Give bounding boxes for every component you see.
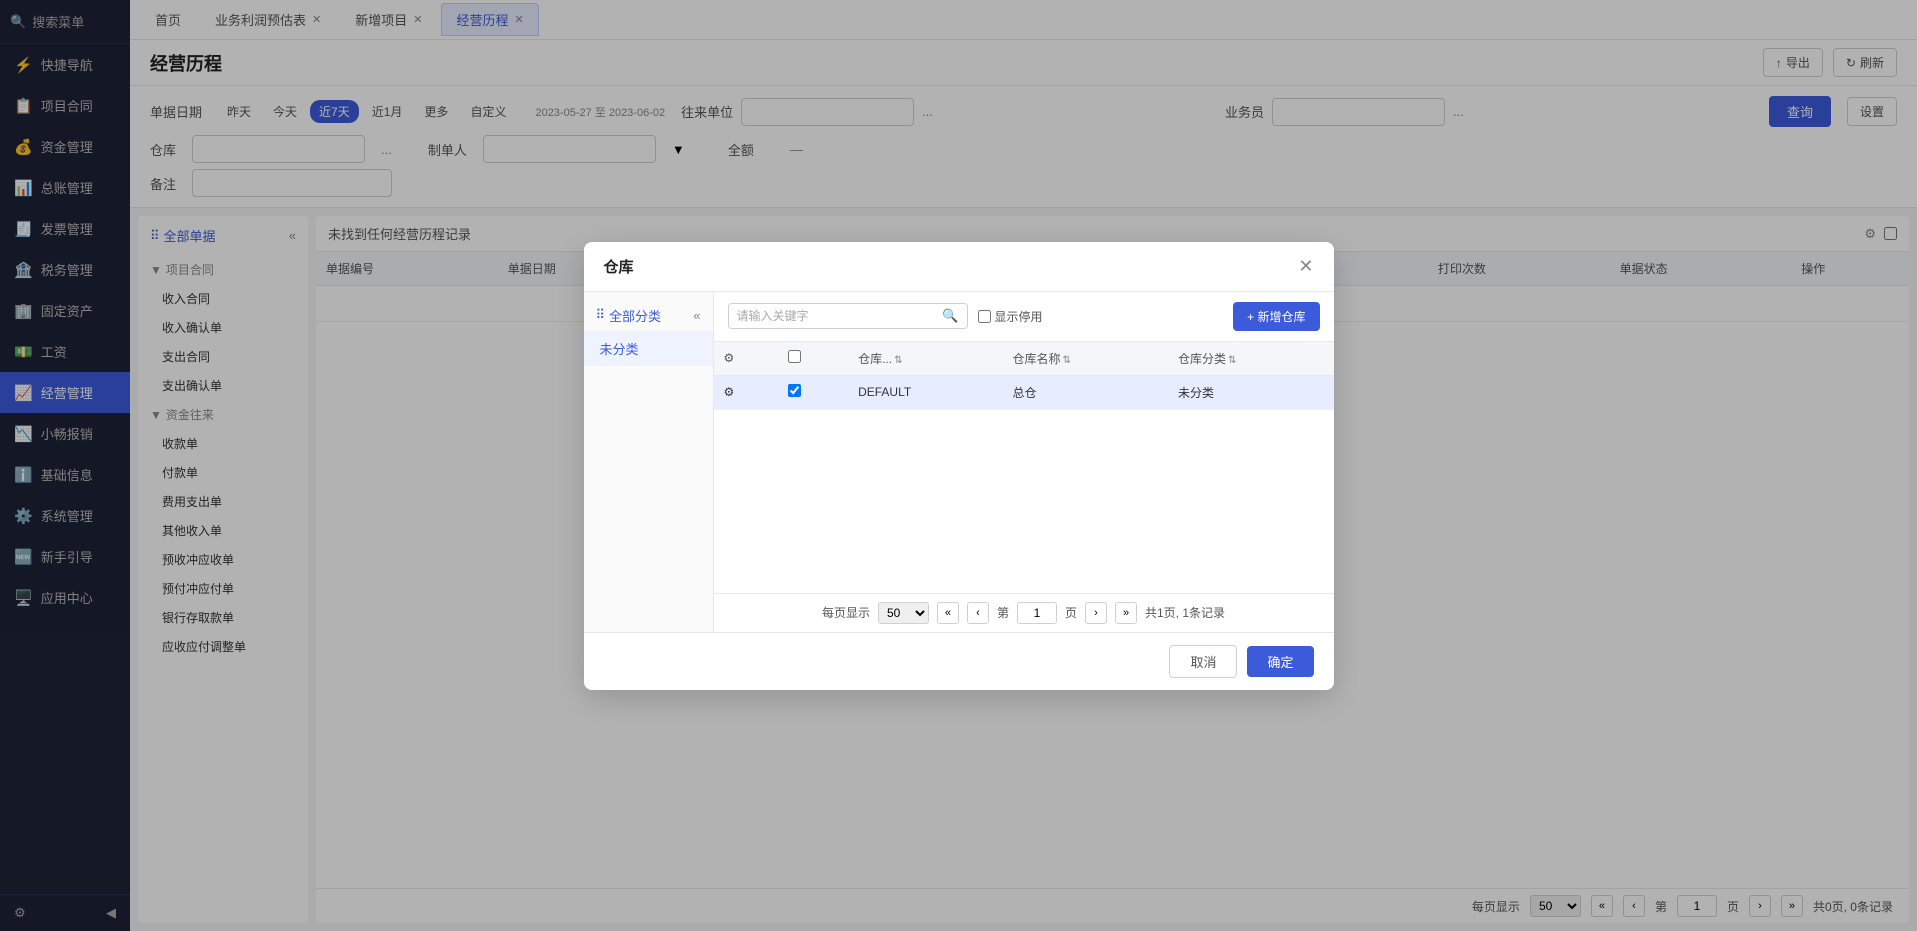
sort-icon: ⇅: [1228, 355, 1236, 366]
cancel-button[interactable]: 取消: [1169, 645, 1237, 678]
dialog-left-header: ⠿ 全部分类 «: [584, 300, 713, 331]
dialog-footer: 取消 确定: [584, 632, 1334, 690]
dialog-th-name[interactable]: 仓库名称⇅: [1002, 342, 1168, 376]
dialog-close-btn[interactable]: ✕: [1298, 256, 1313, 277]
show-disabled-checkbox[interactable]: [978, 310, 991, 323]
sort-icon: ⇅: [894, 355, 902, 366]
dialog-th-checkbox: [778, 342, 848, 376]
row-select-checkbox[interactable]: [788, 384, 801, 397]
dialog-title: 仓库: [604, 256, 634, 277]
dialog-th-settings: ⚙: [714, 342, 779, 376]
dialog-header: 仓库 ✕: [584, 242, 1334, 292]
dialog-left-collapse-btn[interactable]: «: [693, 308, 700, 323]
row-category: 未分类: [1168, 375, 1334, 409]
dialog-prev-btn[interactable]: ‹: [967, 602, 989, 624]
select-all-dialog[interactable]: [788, 350, 801, 363]
show-disabled-label: 显示停用: [978, 308, 1043, 325]
search-box: 🔍: [728, 303, 968, 329]
dialog-left-panel: ⠿ 全部分类 « 未分类: [584, 292, 714, 632]
settings-col-icon[interactable]: ⚙: [724, 351, 735, 365]
dialog-per-page-label: 每页显示: [822, 604, 870, 621]
dialog-table-wrapper: ⚙ 仓库...⇅仓库名称⇅仓库分类⇅ ⚙ DEFAULT 总仓 未分类: [714, 342, 1334, 593]
dialog-body: ⠿ 全部分类 « 未分类 🔍 显示停用: [584, 292, 1334, 632]
dialog-page-label: 第: [997, 604, 1009, 621]
dialog-left-items: 未分类: [584, 331, 713, 366]
search-icon2: 🔍: [942, 308, 958, 324]
dialog-first-btn[interactable]: «: [937, 602, 959, 624]
dialog-last-btn[interactable]: »: [1115, 602, 1137, 624]
search-input[interactable]: [737, 309, 937, 323]
row-code: DEFAULT: [848, 375, 1002, 409]
dialog-next-btn[interactable]: ›: [1085, 602, 1107, 624]
dialog-pagination: 每页显示 50100 « ‹ 第 页 › » 共1页, 1条记录: [714, 593, 1334, 632]
dialog-left-all-label: ⠿ 全部分类: [596, 306, 662, 325]
dialog-right-panel: 🔍 显示停用 + 新增仓库 ⚙ 仓库...⇅仓库名称⇅仓库分类⇅: [714, 292, 1334, 632]
row-settings[interactable]: ⚙: [714, 375, 779, 409]
row-checkbox[interactable]: [778, 375, 848, 409]
sort-icon: ⇅: [1062, 355, 1070, 366]
dialog-th-code[interactable]: 仓库...⇅: [848, 342, 1002, 376]
warehouse-dialog: 仓库 ✕ ⠿ 全部分类 « 未分类: [584, 242, 1334, 690]
dialog-table-row[interactable]: ⚙ DEFAULT 总仓 未分类: [714, 375, 1334, 409]
row-settings-icon[interactable]: ⚙: [724, 385, 735, 399]
dialog-table-header: ⚙ 仓库...⇅仓库名称⇅仓库分类⇅: [714, 342, 1334, 376]
dialog-page-suffix: 页: [1065, 604, 1077, 621]
dialog-table: ⚙ 仓库...⇅仓库名称⇅仓库分类⇅ ⚙ DEFAULT 总仓 未分类: [714, 342, 1334, 410]
dialog-th-category[interactable]: 仓库分类⇅: [1168, 342, 1334, 376]
modal-overlay: 仓库 ✕ ⠿ 全部分类 « 未分类: [0, 0, 1917, 931]
dialog-page-input[interactable]: [1017, 602, 1057, 624]
dialog-per-page-select[interactable]: 50100: [878, 602, 929, 624]
row-name: 总仓: [1002, 375, 1168, 409]
dialog-table-body: ⚙ DEFAULT 总仓 未分类: [714, 375, 1334, 409]
dialog-left-item-未分类[interactable]: 未分类: [584, 331, 713, 366]
grid2-icon: ⠿: [596, 307, 606, 323]
confirm-button[interactable]: 确定: [1247, 646, 1313, 677]
add-warehouse-btn[interactable]: + 新增仓库: [1233, 302, 1319, 331]
dialog-toolbar: 🔍 显示停用 + 新增仓库: [714, 292, 1334, 342]
dialog-total-label: 共1页, 1条记录: [1145, 604, 1225, 621]
